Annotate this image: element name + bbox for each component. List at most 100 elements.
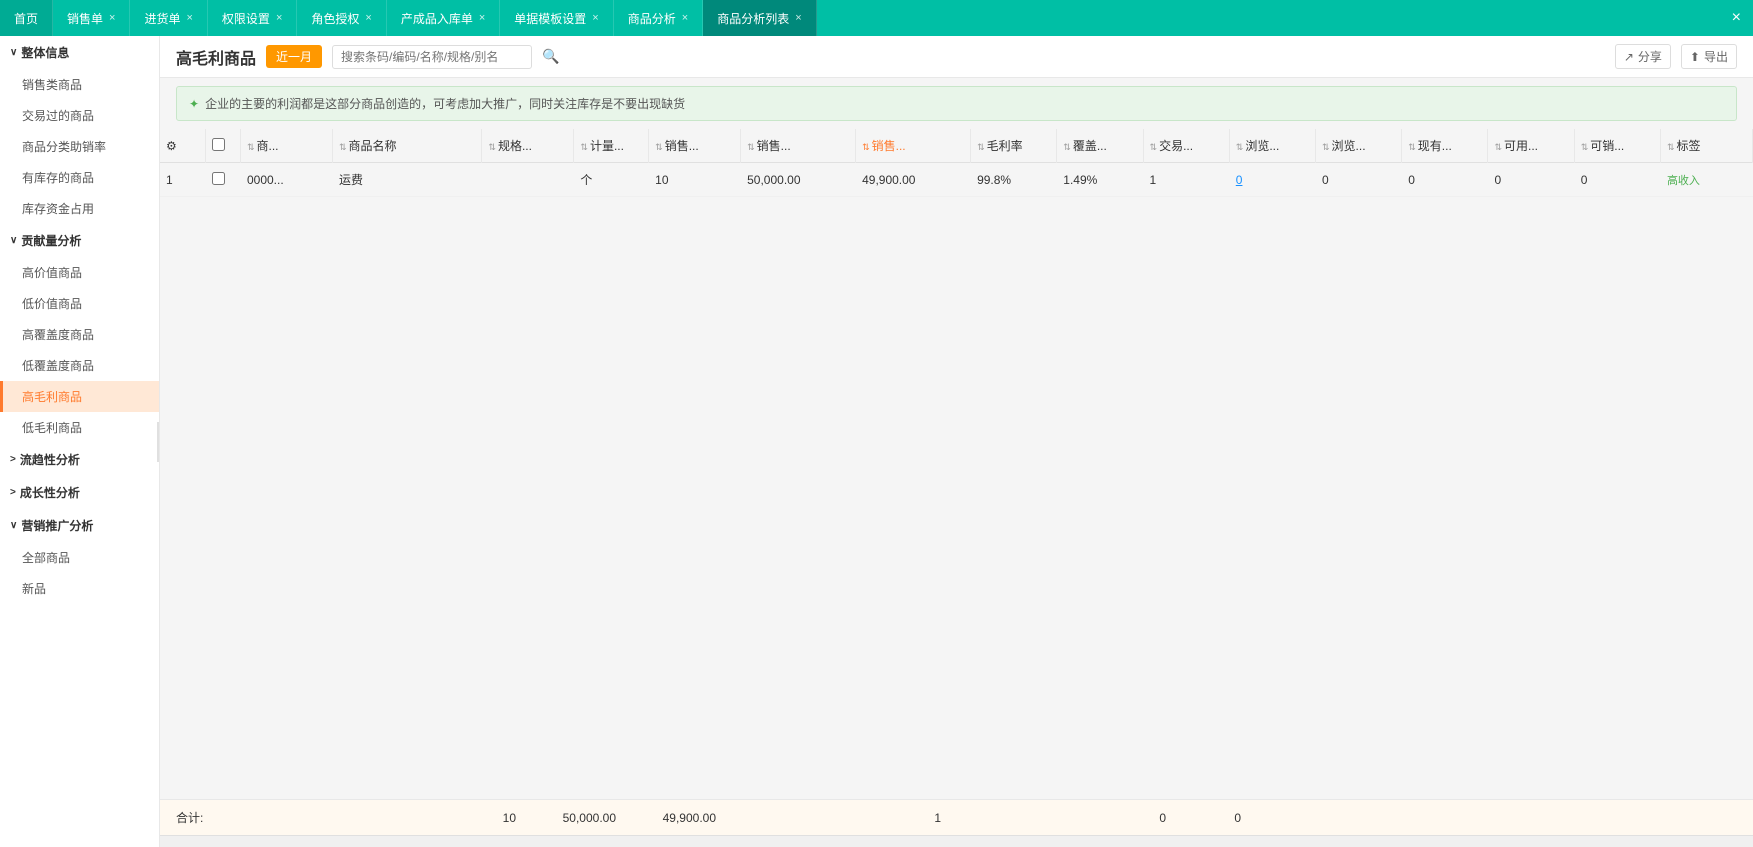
col-spec[interactable]: ⇅规格...	[482, 129, 574, 163]
col-browse1[interactable]: ⇅浏览...	[1229, 129, 1315, 163]
close-icon[interactable]: ×	[479, 12, 485, 24]
nav-template-settings[interactable]: 单据模板设置 ×	[500, 0, 613, 36]
cell-name: 运费	[332, 163, 481, 197]
cell-sellable: 0	[1574, 163, 1660, 197]
nav-purchase-order[interactable]: 进货单 ×	[130, 0, 207, 36]
sidebar-item-high-margin[interactable]: 高毛利商品	[0, 381, 159, 412]
sidebar-item-low-coverage[interactable]: 低覆盖度商品	[0, 350, 159, 381]
nav-product-inbound[interactable]: 产成品入库单 ×	[387, 0, 500, 36]
chevron-down-icon: ∨	[10, 520, 17, 531]
sidebar-item-sales-goods[interactable]: 销售类商品	[0, 69, 159, 100]
share-icon: ↗	[1624, 50, 1634, 64]
close-icon[interactable]: ×	[365, 12, 371, 24]
top-nav: 首页 销售单 × 进货单 × 权限设置 × 角色授权 × 产成品入库单 × 单据…	[0, 0, 1753, 36]
export-icon: ⬆	[1690, 50, 1700, 64]
sidebar-group-marketing[interactable]: ∨ 营销推广分析	[0, 509, 159, 542]
col-tag[interactable]: ⇅标签	[1660, 129, 1752, 163]
close-icon[interactable]: ×	[276, 12, 282, 24]
sidebar-item-all-goods[interactable]: 全部商品	[0, 542, 159, 573]
content-area: 高毛利商品 近一月 🔍 ↗ 分享 ⬆ 导出 ✦ 企业的主要的利润都是这部分商品创…	[160, 36, 1753, 847]
col-sales3[interactable]: ⇅销售...	[856, 129, 971, 163]
col-checkbox[interactable]	[206, 129, 240, 163]
sidebar: 《 ∨ 整体信息 销售类商品 交易过的商品 商品分类助销率 有库存的商品 库存资…	[0, 36, 160, 847]
table-header-row: ⚙ ⇅商... ⇅商品名称 ⇅规格... ⇅计量... ⇅销售... ⇅销售..…	[160, 129, 1753, 163]
cell-sales3: 49,900.00	[856, 163, 971, 197]
col-current[interactable]: ⇅现有...	[1402, 129, 1488, 163]
footer-label: 合计:	[176, 809, 436, 826]
search-input[interactable]	[332, 45, 532, 69]
export-button[interactable]: ⬆ 导出	[1681, 44, 1737, 69]
col-sales2[interactable]: ⇅销售...	[741, 129, 856, 163]
content-header: 高毛利商品 近一月 🔍 ↗ 分享 ⬆ 导出	[160, 36, 1753, 78]
cell-sales1: 10	[649, 163, 741, 197]
sidebar-item-high-value[interactable]: 高价值商品	[0, 257, 159, 288]
filter-period-button[interactable]: 近一月	[266, 45, 322, 68]
footer-trades: 1	[866, 811, 941, 825]
col-name[interactable]: ⇅商品名称	[332, 129, 481, 163]
nav-sales-order[interactable]: 销售单 ×	[53, 0, 130, 36]
close-icon[interactable]: ×	[109, 12, 115, 24]
table-container: ⚙ ⇅商... ⇅商品名称 ⇅规格... ⇅计量... ⇅销售... ⇅销售..…	[160, 129, 1753, 799]
nav-product-analysis[interactable]: 商品分析 ×	[614, 0, 703, 36]
horizontal-scrollbar[interactable]	[160, 835, 1753, 847]
cell-available: 0	[1488, 163, 1574, 197]
col-trades[interactable]: ⇅交易...	[1143, 129, 1229, 163]
sidebar-item-stock-capital[interactable]: 库存资金占用	[0, 193, 159, 224]
row-checkbox[interactable]	[212, 172, 225, 185]
sidebar-group-overall[interactable]: ∨ 整体信息	[0, 36, 159, 69]
nav-permission-settings[interactable]: 权限设置 ×	[208, 0, 297, 36]
col-settings[interactable]: ⚙	[160, 129, 206, 163]
sidebar-item-low-value[interactable]: 低价值商品	[0, 288, 159, 319]
search-icon[interactable]: 🔍	[542, 48, 559, 65]
chevron-right-icon: >	[10, 454, 16, 465]
col-browse2[interactable]: ⇅浏览...	[1316, 129, 1402, 163]
col-gross-rate[interactable]: ⇅毛利率	[971, 129, 1057, 163]
col-sellable[interactable]: ⇅可销...	[1574, 129, 1660, 163]
col-unit[interactable]: ⇅计量...	[574, 129, 649, 163]
nav-role-auth[interactable]: 角色授权 ×	[297, 0, 386, 36]
share-button[interactable]: ↗ 分享	[1615, 44, 1671, 69]
cell-browse2: 0	[1316, 163, 1402, 197]
cell-unit: 个	[574, 163, 649, 197]
cell-spec	[482, 163, 574, 197]
nav-home[interactable]: 首页	[0, 0, 53, 36]
cell-index: 1	[160, 163, 206, 197]
cell-gross-rate: 99.8%	[971, 163, 1057, 197]
sidebar-group-contribution[interactable]: ∨ 贡献量分析	[0, 224, 159, 257]
footer-sales3: 49,900.00	[616, 811, 716, 825]
sidebar-item-traded-goods[interactable]: 交易过的商品	[0, 100, 159, 131]
info-banner: ✦ 企业的主要的利润都是这部分商品创造的，可考虑加大推广，同时关注库存是不要出现…	[176, 86, 1737, 121]
footer-current: 0	[1091, 811, 1166, 825]
cell-browse1[interactable]: 0	[1229, 163, 1315, 197]
sidebar-item-new-goods[interactable]: 新品	[0, 573, 159, 604]
close-icon[interactable]: ×	[682, 12, 688, 24]
col-coverage[interactable]: ⇅覆盖...	[1057, 129, 1143, 163]
footer-sales2: 50,000.00	[516, 811, 616, 825]
chevron-right-icon: >	[10, 487, 16, 498]
col-sales1[interactable]: ⇅销售...	[649, 129, 741, 163]
col-available[interactable]: ⇅可用...	[1488, 129, 1574, 163]
sidebar-item-low-margin[interactable]: 低毛利商品	[0, 412, 159, 443]
cell-checkbox[interactable]	[206, 163, 240, 197]
close-all-button[interactable]: ×	[1720, 0, 1753, 36]
data-table: ⚙ ⇅商... ⇅商品名称 ⇅规格... ⇅计量... ⇅销售... ⇅销售..…	[160, 129, 1753, 197]
close-icon[interactable]: ×	[795, 12, 801, 24]
footer-sales1: 10	[436, 811, 516, 825]
sidebar-item-high-coverage[interactable]: 高覆盖度商品	[0, 319, 159, 350]
cell-sales2: 50,000.00	[741, 163, 856, 197]
close-icon[interactable]: ×	[186, 12, 192, 24]
sidebar-item-category-rate[interactable]: 商品分类助销率	[0, 131, 159, 162]
sidebar-group-growth[interactable]: > 成长性分析	[0, 476, 159, 509]
cell-code: 0000...	[240, 163, 332, 197]
sidebar-group-trend[interactable]: > 流趋性分析	[0, 443, 159, 476]
close-icon[interactable]: ×	[592, 12, 598, 24]
col-code[interactable]: ⇅商...	[240, 129, 332, 163]
nav-product-analysis-list[interactable]: 商品分析列表 ×	[703, 0, 816, 36]
chevron-down-icon: ∨	[10, 47, 17, 58]
sidebar-item-in-stock[interactable]: 有库存的商品	[0, 162, 159, 193]
cell-trades: 1	[1143, 163, 1229, 197]
sidebar-collapse-button[interactable]: 《	[157, 422, 160, 462]
cell-coverage: 1.49%	[1057, 163, 1143, 197]
select-all-checkbox[interactable]	[212, 138, 225, 151]
page-title: 高毛利商品	[176, 45, 256, 69]
